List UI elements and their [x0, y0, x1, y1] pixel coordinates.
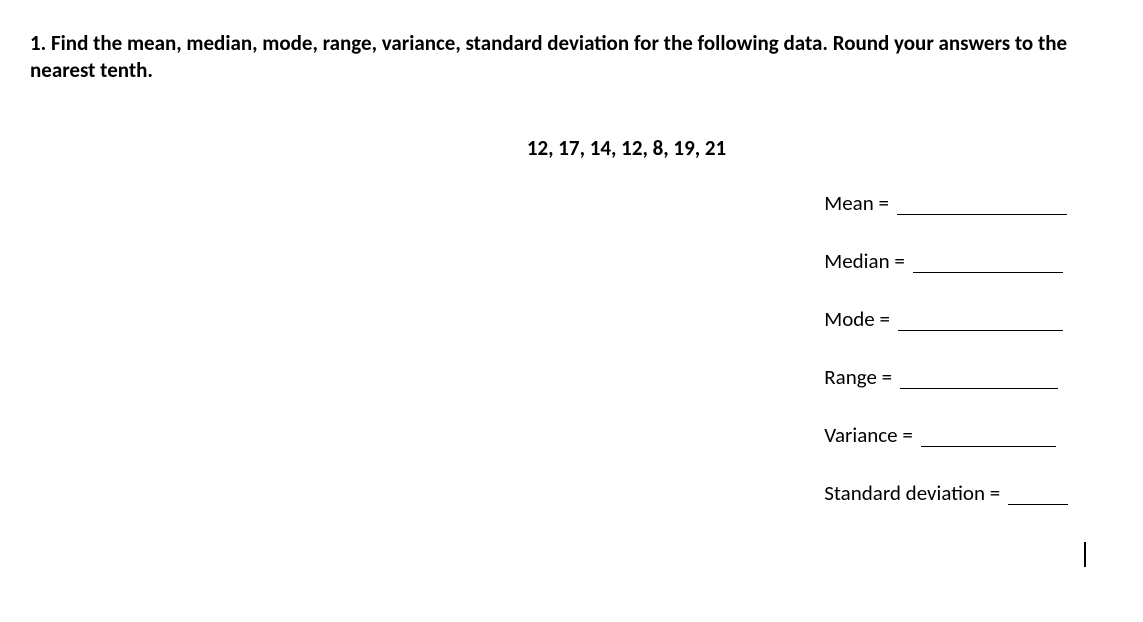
text-cursor: [1084, 542, 1086, 567]
answer-stddev: Standard deviation =: [824, 480, 1068, 506]
answer-range: Range =: [824, 364, 1068, 390]
median-label: Median =: [824, 248, 905, 274]
mean-blank[interactable]: [897, 214, 1067, 215]
answer-variance: Variance =: [824, 422, 1068, 448]
mode-blank[interactable]: [898, 330, 1063, 331]
data-values: 12, 17, 14, 12, 8, 19, 21: [30, 135, 1113, 161]
answers-block: Mean = Median = Mode = Range = Variance …: [824, 190, 1068, 538]
mode-label: Mode =: [824, 306, 890, 332]
answer-mode: Mode =: [824, 306, 1068, 332]
range-blank[interactable]: [900, 388, 1058, 389]
stddev-blank[interactable]: [1008, 504, 1068, 505]
median-blank[interactable]: [913, 272, 1063, 273]
variance-blank[interactable]: [921, 446, 1056, 447]
stddev-label: Standard deviation =: [824, 480, 1000, 506]
mean-label: Mean =: [824, 190, 889, 216]
variance-label: Variance =: [824, 422, 913, 448]
answer-mean: Mean =: [824, 190, 1068, 216]
question-prompt: 1. Find the mean, median, mode, range, v…: [30, 30, 1113, 85]
range-label: Range =: [824, 364, 892, 390]
answer-median: Median =: [824, 248, 1068, 274]
